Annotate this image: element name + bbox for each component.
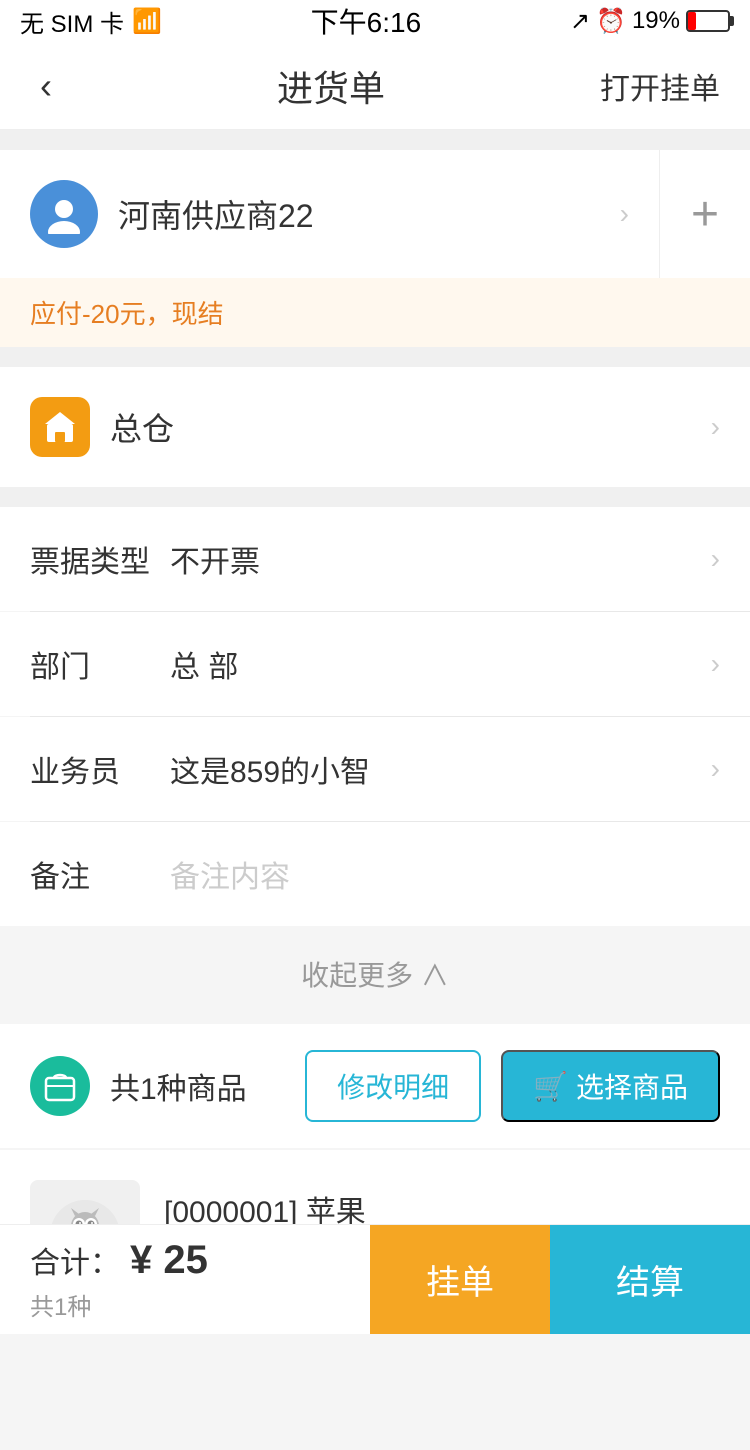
products-header: 共1种商品 修改明细 🛒 选择商品 [0, 1024, 750, 1148]
modify-detail-button[interactable]: 修改明细 [305, 1050, 481, 1122]
supplier-name: 河南供应商22 [118, 191, 610, 237]
battery-percent: 19% [632, 7, 680, 35]
chevron-right-icon: › [711, 753, 720, 785]
warehouse-name: 总仓 [110, 404, 701, 450]
bottom-spacer [0, 1320, 750, 1450]
status-right: ↗ ⏰ 19% [570, 7, 730, 36]
supplier-avatar [30, 180, 98, 248]
supplier-section: 河南供应商22 › + [0, 150, 750, 278]
chevron-right-icon: › [711, 648, 720, 680]
nav-bar: ‹ 进货单 打开挂单 [0, 42, 750, 130]
remark-placeholder: 备注内容 [170, 852, 720, 896]
open-pending-button[interactable]: 打开挂单 [600, 64, 720, 108]
warning-banner: 应付-20元，现结 [0, 278, 750, 347]
status-carrier: 无 SIM 卡 📶 [20, 4, 162, 39]
divider-2 [0, 347, 750, 367]
status-time: 下午6:16 [311, 1, 422, 41]
back-button[interactable]: ‹ [30, 55, 62, 117]
settle-button[interactable]: 结算 [550, 1225, 750, 1334]
location-icon: ↗ [570, 7, 590, 36]
collapse-label: 收起更多 ∧ [301, 954, 449, 994]
salesperson-row[interactable]: 业务员 这是859的小智 › [0, 717, 750, 821]
divider-1 [0, 130, 750, 150]
products-icon [30, 1056, 90, 1116]
salesperson-label: 业务员 [30, 747, 170, 791]
chevron-right-icon: › [711, 543, 720, 575]
settle-label: 结算 [616, 1255, 684, 1304]
total-count: 共1种 [30, 1287, 340, 1322]
status-bar: 无 SIM 卡 📶 下午6:16 ↗ ⏰ 19% [0, 0, 750, 42]
select-product-label: 选择商品 [576, 1066, 688, 1106]
salesperson-value: 这是859的小智 [170, 747, 701, 791]
invoice-type-value: 不开票 [170, 537, 701, 581]
warehouse-selector[interactable]: 总仓 › [0, 367, 750, 487]
carrier-text: 无 SIM 卡 [20, 4, 124, 39]
total-label-row: 合计： ¥ 25 [30, 1238, 340, 1283]
add-supplier-button[interactable]: + [660, 150, 750, 278]
products-count: 共1种商品 [110, 1064, 285, 1108]
chevron-right-icon: › [711, 411, 720, 443]
cart-icon: 🛒 [533, 1070, 568, 1103]
alarm-icon: ⏰ [596, 7, 626, 36]
department-row[interactable]: 部门 总 部 › [0, 612, 750, 716]
chevron-right-icon: › [620, 198, 629, 230]
wifi-icon: 📶 [132, 7, 162, 36]
remark-row[interactable]: 备注 备注内容 [0, 822, 750, 926]
invoice-type-row[interactable]: 票据类型 不开票 › [0, 507, 750, 611]
total-label-text: 合计： [30, 1238, 120, 1282]
department-value: 总 部 [170, 642, 701, 686]
warehouse-icon [30, 397, 90, 457]
page-title: 进货单 [277, 60, 385, 112]
collapse-button[interactable]: 收起更多 ∧ [0, 926, 750, 1022]
select-product-button[interactable]: 🛒 选择商品 [501, 1050, 720, 1122]
battery-icon [686, 10, 730, 32]
hang-button[interactable]: 挂单 [370, 1225, 550, 1334]
hang-label: 挂单 [426, 1255, 494, 1304]
total-section: 合计： ¥ 25 共1种 [0, 1225, 370, 1334]
divider-3 [0, 487, 750, 507]
supplier-selector[interactable]: 河南供应商22 › [0, 150, 660, 278]
invoice-type-label: 票据类型 [30, 537, 170, 581]
remark-label: 备注 [30, 852, 170, 896]
warning-text: 应付-20元，现结 [30, 299, 224, 329]
department-label: 部门 [30, 642, 170, 686]
total-amount: ¥ 25 [130, 1238, 208, 1283]
bottom-bar: 合计： ¥ 25 共1种 挂单 结算 [0, 1224, 750, 1334]
